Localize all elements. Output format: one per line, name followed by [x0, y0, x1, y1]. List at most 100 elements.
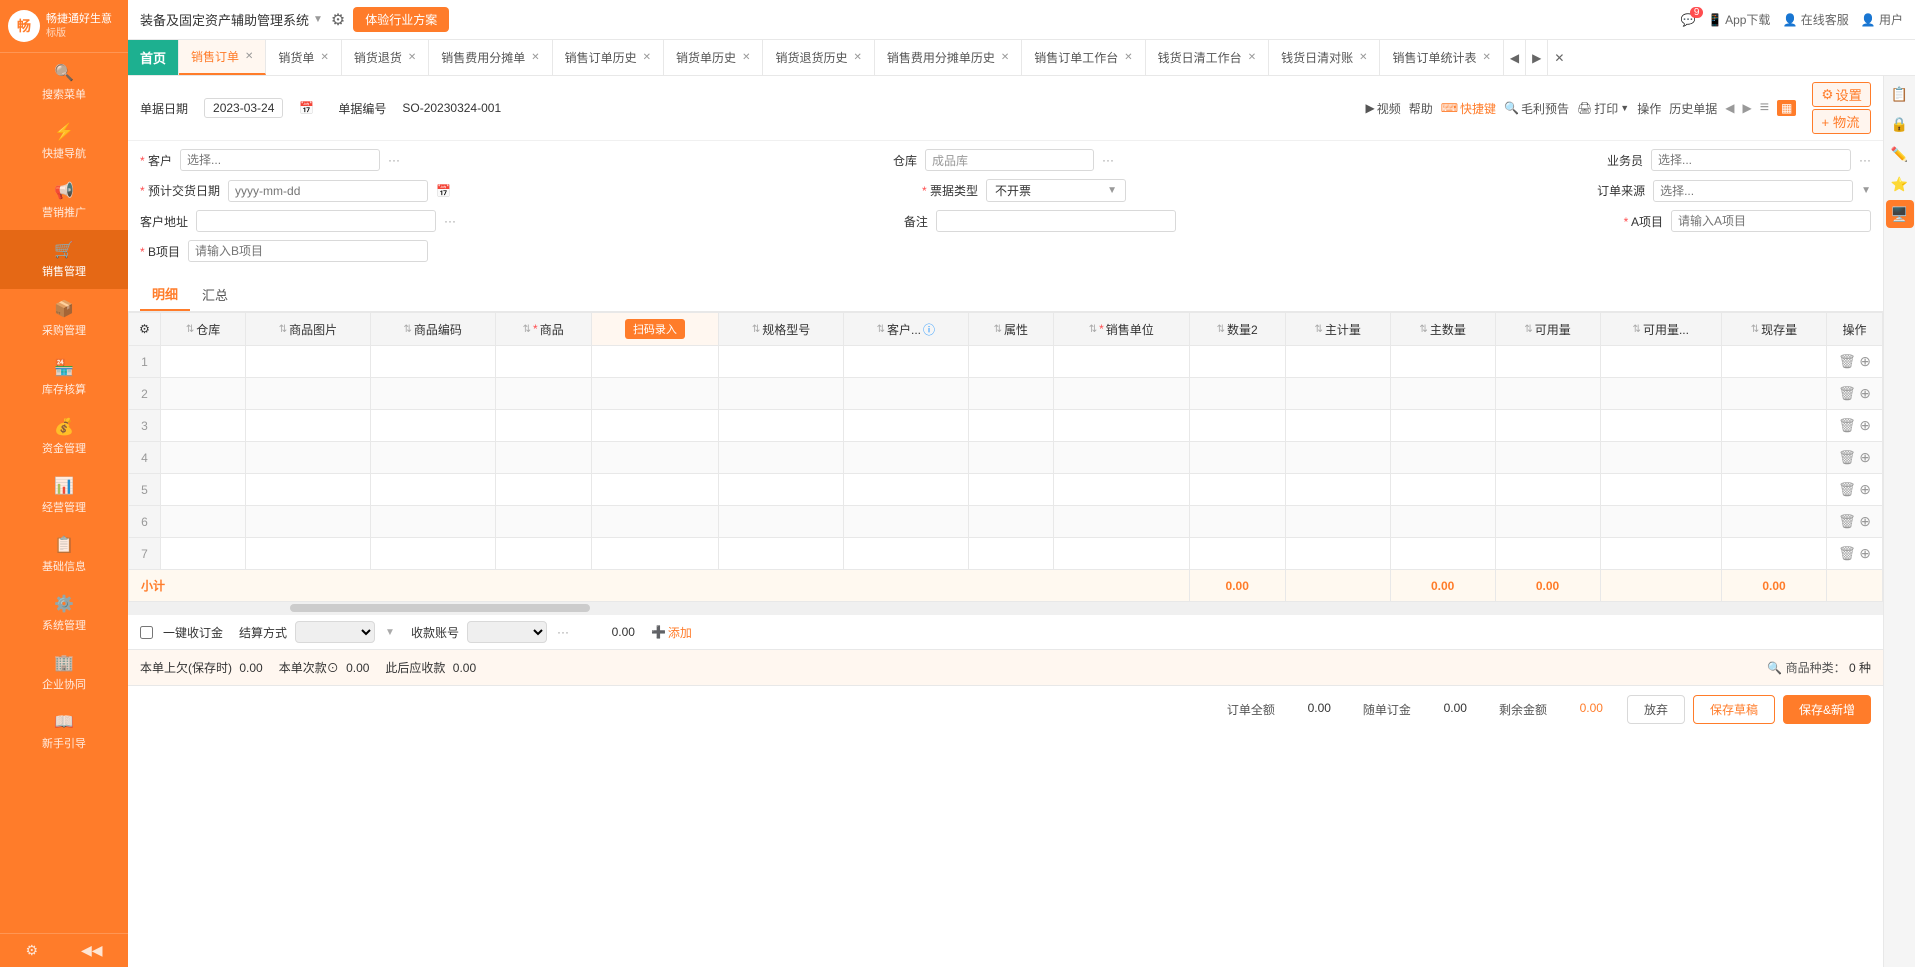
history-btn[interactable]: 历史单据 — [1669, 100, 1717, 117]
add-payment-btn[interactable]: ➕ 添加 — [651, 624, 692, 641]
copy-row-1-btn[interactable]: ⊕ — [1859, 353, 1871, 370]
cell-available-qty2-4[interactable] — [1600, 442, 1721, 474]
tab-close-icon[interactable]: ✕ — [1124, 52, 1132, 63]
cell-main-unit-6[interactable] — [1285, 506, 1390, 538]
horizontal-scrollbar[interactable] — [128, 602, 1883, 614]
cell-main-qty-5[interactable] — [1390, 474, 1495, 506]
cell-current-stock-7[interactable] — [1721, 538, 1826, 570]
cell-main-qty-4[interactable] — [1390, 442, 1495, 474]
copy-row-2-btn[interactable]: ⊕ — [1859, 385, 1871, 402]
tab-scroll-right[interactable]: ▶ — [1526, 40, 1548, 75]
add-material-btn[interactable]: + 物流 — [1812, 109, 1871, 134]
cell-available-qty2-3[interactable] — [1600, 410, 1721, 442]
cell-available-qty-2[interactable] — [1495, 378, 1600, 410]
customer-input[interactable] — [180, 149, 380, 171]
tab-cash-reconcile[interactable]: 钱货日清对账 ✕ — [1269, 40, 1380, 75]
cell-sales-unit-4[interactable] — [1053, 442, 1189, 474]
cell-current-stock-1[interactable] — [1721, 346, 1826, 378]
sort-arrows-icon[interactable]: ⇅ — [279, 324, 287, 335]
cell-available-qty2-7[interactable] — [1600, 538, 1721, 570]
cell-sales-unit-3[interactable] — [1053, 410, 1189, 442]
cell-current-stock-5[interactable] — [1721, 474, 1826, 506]
cell-attributes-3[interactable] — [968, 410, 1053, 442]
scrollbar-thumb[interactable] — [290, 604, 590, 612]
sidebar-item-system[interactable]: ⚙️ 系统管理 — [0, 584, 128, 643]
cell-current-stock-2[interactable] — [1721, 378, 1826, 410]
cell-current-stock-3[interactable] — [1721, 410, 1826, 442]
tab-expense-split[interactable]: 销售费用分摊单 ✕ — [429, 40, 552, 75]
sidebar-item-guide[interactable]: 📖 新手引导 — [0, 702, 128, 761]
date-value[interactable]: 2023-03-24 — [204, 98, 283, 118]
tab-sales-order-close[interactable]: ✕ — [245, 51, 253, 62]
sort-arrows-icon[interactable]: ⇅ — [1751, 324, 1759, 335]
cell-customer-code-5[interactable] — [843, 474, 968, 506]
list-view-icon[interactable]: ≡ — [1760, 99, 1769, 117]
cell-customer-code-4[interactable] — [843, 442, 968, 474]
delivery-date-input[interactable] — [228, 180, 428, 202]
message-bell[interactable]: 💬 9 — [1681, 13, 1696, 27]
sort-arrows-icon[interactable]: ⇅ — [994, 324, 1002, 335]
history-nav-prev[interactable]: ◀ — [1725, 101, 1734, 115]
cell-spec-7[interactable] — [719, 538, 844, 570]
cell-scan-3[interactable] — [591, 410, 718, 442]
cell-scan-7[interactable] — [591, 538, 718, 570]
cell-qty2-1[interactable] — [1189, 346, 1285, 378]
sidebar-item-enterprise[interactable]: 🏢 企业协同 — [0, 643, 128, 702]
tab-summary[interactable]: 汇总 — [190, 279, 240, 310]
print-dropdown-icon[interactable]: ▼ — [1620, 103, 1629, 113]
tab-home[interactable]: 首页 — [128, 40, 179, 75]
cell-main-unit-7[interactable] — [1285, 538, 1390, 570]
th-scan[interactable]: 扫码录入 — [591, 313, 718, 346]
delete-row-3-btn[interactable]: 🗑 — [1838, 417, 1856, 434]
sidebar-item-sales[interactable]: 🛒 销售管理 — [0, 230, 128, 289]
b-project-input[interactable] — [188, 240, 428, 262]
cell-product-code-3[interactable] — [370, 410, 495, 442]
sort-arrows-icon[interactable]: ⇅ — [1089, 324, 1097, 335]
tab-close-icon[interactable]: ✕ — [643, 52, 651, 63]
cell-qty2-7[interactable] — [1189, 538, 1285, 570]
cell-scan-2[interactable] — [591, 378, 718, 410]
cell-product-name-2[interactable] — [495, 378, 591, 410]
cell-current-stock-4[interactable] — [1721, 442, 1826, 474]
right-panel-screen-btn[interactable]: 🖥️ — [1886, 200, 1914, 228]
delete-row-5-btn[interactable]: 🗑 — [1838, 481, 1856, 498]
tab-close-icon[interactable]: ✕ — [742, 52, 750, 63]
tab-close-icon[interactable]: ✕ — [408, 52, 416, 63]
sidebar-item-purchase[interactable]: 📦 采购管理 — [0, 289, 128, 348]
cell-qty2-5[interactable] — [1189, 474, 1285, 506]
cell-attributes-7[interactable] — [968, 538, 1053, 570]
tab-refund-history[interactable]: 销货退货历史 ✕ — [763, 40, 874, 75]
cell-product-code-1[interactable] — [370, 346, 495, 378]
invoice-type-select[interactable]: 不开票 ▼ — [986, 179, 1126, 202]
view-video-btn[interactable]: ▶ 视频 — [1365, 100, 1400, 117]
address-more-dots[interactable]: ··· — [444, 214, 456, 228]
cell-customer-code-1[interactable] — [843, 346, 968, 378]
cell-attributes-4[interactable] — [968, 442, 1053, 474]
delete-row-4-btn[interactable]: 🗑 — [1838, 449, 1856, 466]
payment-account-select[interactable] — [467, 621, 547, 643]
cell-product-name-7[interactable] — [495, 538, 591, 570]
payment-account-dots[interactable]: ··· — [557, 625, 569, 639]
app-download-link[interactable]: 📱 App下载 — [1707, 11, 1770, 28]
sidebar-collapse-icon[interactable]: ◀◀ — [81, 942, 103, 959]
right-panel-clipboard-btn[interactable]: 📋 — [1886, 80, 1914, 108]
cell-product-name-6[interactable] — [495, 506, 591, 538]
cell-sales-unit-5[interactable] — [1053, 474, 1189, 506]
cell-main-unit-1[interactable] — [1285, 346, 1390, 378]
tab-expense-history[interactable]: 销售费用分摊单历史 ✕ — [875, 40, 1022, 75]
cell-available-qty2-1[interactable] — [1600, 346, 1721, 378]
sidebar-item-finance[interactable]: 💰 资金管理 — [0, 407, 128, 466]
cell-main-qty-6[interactable] — [1390, 506, 1495, 538]
cell-main-qty-3[interactable] — [1390, 410, 1495, 442]
customer-more-dots[interactable]: ··· — [388, 153, 400, 167]
tab-cash-daily[interactable]: 钱货日清工作台 ✕ — [1146, 40, 1269, 75]
sort-arrows-icon[interactable]: ⇅ — [1633, 324, 1641, 335]
cell-main-qty-7[interactable] — [1390, 538, 1495, 570]
cell-sales-unit-7[interactable] — [1053, 538, 1189, 570]
cell-warehouse-3[interactable] — [161, 410, 246, 442]
cell-main-qty-2[interactable] — [1390, 378, 1495, 410]
right-panel-lock-btn[interactable]: 🔒 — [1886, 110, 1914, 138]
cell-spec-3[interactable] — [719, 410, 844, 442]
sidebar-item-operations[interactable]: 📊 经营管理 — [0, 466, 128, 525]
cell-sales-unit-2[interactable] — [1053, 378, 1189, 410]
